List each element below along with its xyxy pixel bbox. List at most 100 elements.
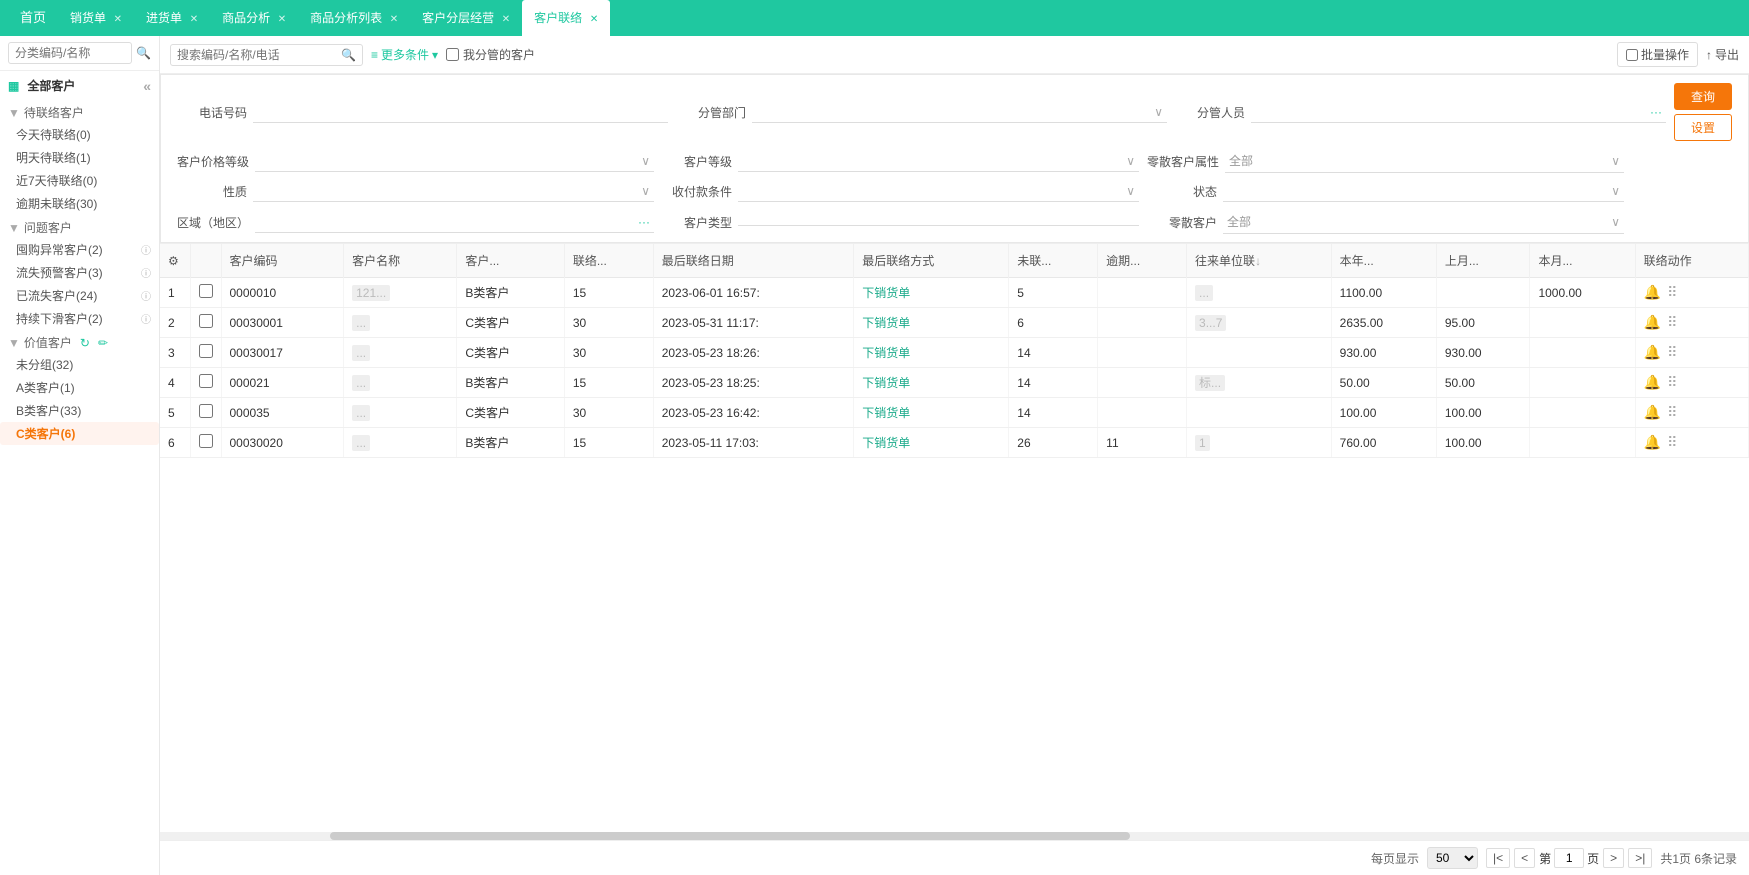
bell-icon[interactable]: 🔔 bbox=[1644, 284, 1661, 301]
sidebar-group-problem[interactable]: ▼ 问题客户 bbox=[0, 215, 159, 238]
sidebar-group-value[interactable]: ▼ 价值客户 ↻ ✏ bbox=[0, 330, 159, 353]
sidebar-item-hoarding[interactable]: 囤购异常客户(2) ⓘ bbox=[0, 238, 159, 261]
nav-sales[interactable]: 销货单 ✕ bbox=[58, 0, 134, 36]
more-action-icon[interactable]: ⠿ bbox=[1667, 434, 1677, 451]
area-ellipsis[interactable]: ··· bbox=[638, 215, 650, 229]
retail-select[interactable]: 全部 ∨ bbox=[1223, 210, 1624, 234]
edit-icon[interactable]: ✏ bbox=[98, 336, 108, 350]
contact-method-link[interactable]: 下销货单 bbox=[862, 436, 910, 450]
row-check[interactable] bbox=[199, 314, 213, 328]
sidebar-search-input[interactable] bbox=[8, 42, 132, 64]
set-btn[interactable]: 设置 bbox=[1674, 114, 1732, 141]
horizontal-scrollbar[interactable] bbox=[160, 832, 1749, 840]
nav-sales-close[interactable]: ✕ bbox=[114, 14, 122, 25]
sidebar-group-pending[interactable]: ▼ 待联络客户 bbox=[0, 100, 159, 123]
bell-icon[interactable]: 🔔 bbox=[1644, 314, 1661, 331]
nav-product-analysis[interactable]: 商品分析 ✕ bbox=[210, 0, 298, 36]
nav-customer-tier[interactable]: 客户分层经营 ✕ bbox=[410, 0, 522, 36]
sidebar-item-today[interactable]: 今天待联络(0) bbox=[0, 123, 159, 146]
phone-input[interactable] bbox=[253, 102, 668, 123]
my-customer-check[interactable]: 我分管的客户 bbox=[446, 46, 535, 63]
contact-method-link[interactable]: 下销货单 bbox=[862, 406, 910, 420]
nav-product-analysis-close[interactable]: ✕ bbox=[278, 14, 286, 25]
search-icon-btn[interactable]: 🔍 bbox=[341, 48, 356, 62]
prev-page-btn[interactable]: < bbox=[1514, 848, 1535, 868]
per-page-select[interactable]: 50 100 bbox=[1427, 847, 1478, 869]
cust-level-select[interactable]: ∨ bbox=[738, 151, 1139, 172]
nav-customer-tier-close[interactable]: ✕ bbox=[502, 14, 510, 25]
person-ellipsis[interactable]: ··· bbox=[1650, 105, 1662, 119]
nav-customer-contact[interactable]: 客户联络 ✕ bbox=[522, 0, 610, 36]
row-last-contact-method[interactable]: 下销货单 bbox=[854, 428, 1009, 458]
batch-btn[interactable]: 批量操作 bbox=[1617, 42, 1698, 67]
row-check[interactable] bbox=[199, 374, 213, 388]
refresh-icon[interactable]: ↻ bbox=[80, 336, 90, 350]
nav-purchase-close[interactable]: ✕ bbox=[190, 14, 198, 25]
more-action-icon[interactable]: ⠿ bbox=[1667, 404, 1677, 421]
last-page-btn[interactable]: >| bbox=[1628, 848, 1652, 868]
sidebar-item-7days[interactable]: 近7天待联络(0) bbox=[0, 169, 159, 192]
export-btn[interactable]: ↑ 导出 bbox=[1706, 46, 1739, 63]
sidebar-item-tomorrow[interactable]: 明天待联络(1) bbox=[0, 146, 159, 169]
sidebar-item-class-c[interactable]: C类客户(6) bbox=[0, 422, 159, 445]
more-action-icon[interactable]: ⠿ bbox=[1667, 284, 1677, 301]
row-last-contact-method[interactable]: 下销货单 bbox=[854, 368, 1009, 398]
more-action-icon[interactable]: ⠿ bbox=[1667, 344, 1677, 361]
row-check[interactable] bbox=[199, 404, 213, 418]
contact-method-link[interactable]: 下销货单 bbox=[862, 346, 910, 360]
first-page-btn[interactable]: |< bbox=[1486, 848, 1510, 868]
contact-method-link[interactable]: 下销货单 bbox=[862, 316, 910, 330]
gear-icon[interactable]: ⚙ bbox=[168, 254, 179, 268]
row-last-contact-method[interactable]: 下销货单 bbox=[854, 398, 1009, 428]
row-last-contact-method[interactable]: 下销货单 bbox=[854, 338, 1009, 368]
bell-icon[interactable]: 🔔 bbox=[1644, 404, 1661, 421]
page-input[interactable] bbox=[1554, 848, 1584, 868]
scrollbar-thumb[interactable] bbox=[330, 832, 1130, 840]
row-checkbox[interactable] bbox=[190, 308, 221, 338]
row-check[interactable] bbox=[199, 284, 213, 298]
nav-product-list[interactable]: 商品分析列表 ✕ bbox=[298, 0, 410, 36]
payment-select[interactable]: ∨ bbox=[738, 181, 1139, 202]
row-checkbox[interactable] bbox=[190, 398, 221, 428]
row-checkbox[interactable] bbox=[190, 368, 221, 398]
more-action-icon[interactable]: ⠿ bbox=[1667, 314, 1677, 331]
nav-purchase[interactable]: 进货单 ✕ bbox=[134, 0, 210, 36]
more-filters-btn[interactable]: ≡ 更多条件 ▾ bbox=[371, 46, 438, 63]
row-last-contact-method[interactable]: 下销货单 bbox=[854, 308, 1009, 338]
sidebar-all-customers[interactable]: ▦ 全部客户 « bbox=[0, 71, 159, 100]
contact-method-link[interactable]: 下销货单 bbox=[862, 286, 910, 300]
row-check[interactable] bbox=[199, 434, 213, 448]
bell-icon[interactable]: 🔔 bbox=[1644, 374, 1661, 391]
nav-home[interactable]: 首页 bbox=[8, 0, 58, 36]
sidebar-search-icon[interactable]: 🔍 bbox=[136, 46, 151, 60]
bell-icon[interactable]: 🔔 bbox=[1644, 344, 1661, 361]
sidebar-item-class-b[interactable]: B类客户(33) bbox=[0, 399, 159, 422]
sidebar-item-declining[interactable]: 持续下滑客户(2) ⓘ bbox=[0, 307, 159, 330]
price-level-select[interactable]: ∨ bbox=[255, 151, 654, 172]
more-action-icon[interactable]: ⠿ bbox=[1667, 374, 1677, 391]
person-select[interactable]: ··· bbox=[1251, 102, 1666, 123]
row-checkbox[interactable] bbox=[190, 338, 221, 368]
sidebar-item-churn-warning[interactable]: 流失预警客户(3) ⓘ bbox=[0, 261, 159, 284]
area-select[interactable]: ··· bbox=[255, 212, 654, 233]
row-checkbox[interactable] bbox=[190, 428, 221, 458]
row-checkbox[interactable] bbox=[190, 278, 221, 308]
batch-checkbox[interactable] bbox=[1626, 49, 1638, 61]
row-last-contact-method[interactable]: 下销货单 bbox=[854, 278, 1009, 308]
th-gear[interactable]: ⚙ bbox=[160, 244, 190, 278]
nav-customer-contact-close[interactable]: ✕ bbox=[590, 14, 598, 25]
search-input[interactable] bbox=[177, 48, 337, 62]
row-check[interactable] bbox=[199, 344, 213, 358]
sidebar-item-class-a[interactable]: A类客户(1) bbox=[0, 376, 159, 399]
contact-method-link[interactable]: 下销货单 bbox=[862, 376, 910, 390]
sidebar-collapse-btn[interactable]: « bbox=[143, 78, 151, 94]
sidebar-item-overdue[interactable]: 逾期未联络(30) bbox=[0, 192, 159, 215]
sidebar-item-ungroup[interactable]: 未分组(32) bbox=[0, 353, 159, 376]
retail-attr-select[interactable]: 全部 ∨ bbox=[1225, 149, 1624, 173]
sidebar-item-churned[interactable]: 已流失客户(24) ⓘ bbox=[0, 284, 159, 307]
bell-icon[interactable]: 🔔 bbox=[1644, 434, 1661, 451]
cust-type-select[interactable] bbox=[738, 219, 1139, 226]
status-select[interactable]: ∨ bbox=[1223, 181, 1624, 202]
my-customer-checkbox[interactable] bbox=[446, 48, 459, 61]
nature-select[interactable]: ∨ bbox=[253, 181, 654, 202]
